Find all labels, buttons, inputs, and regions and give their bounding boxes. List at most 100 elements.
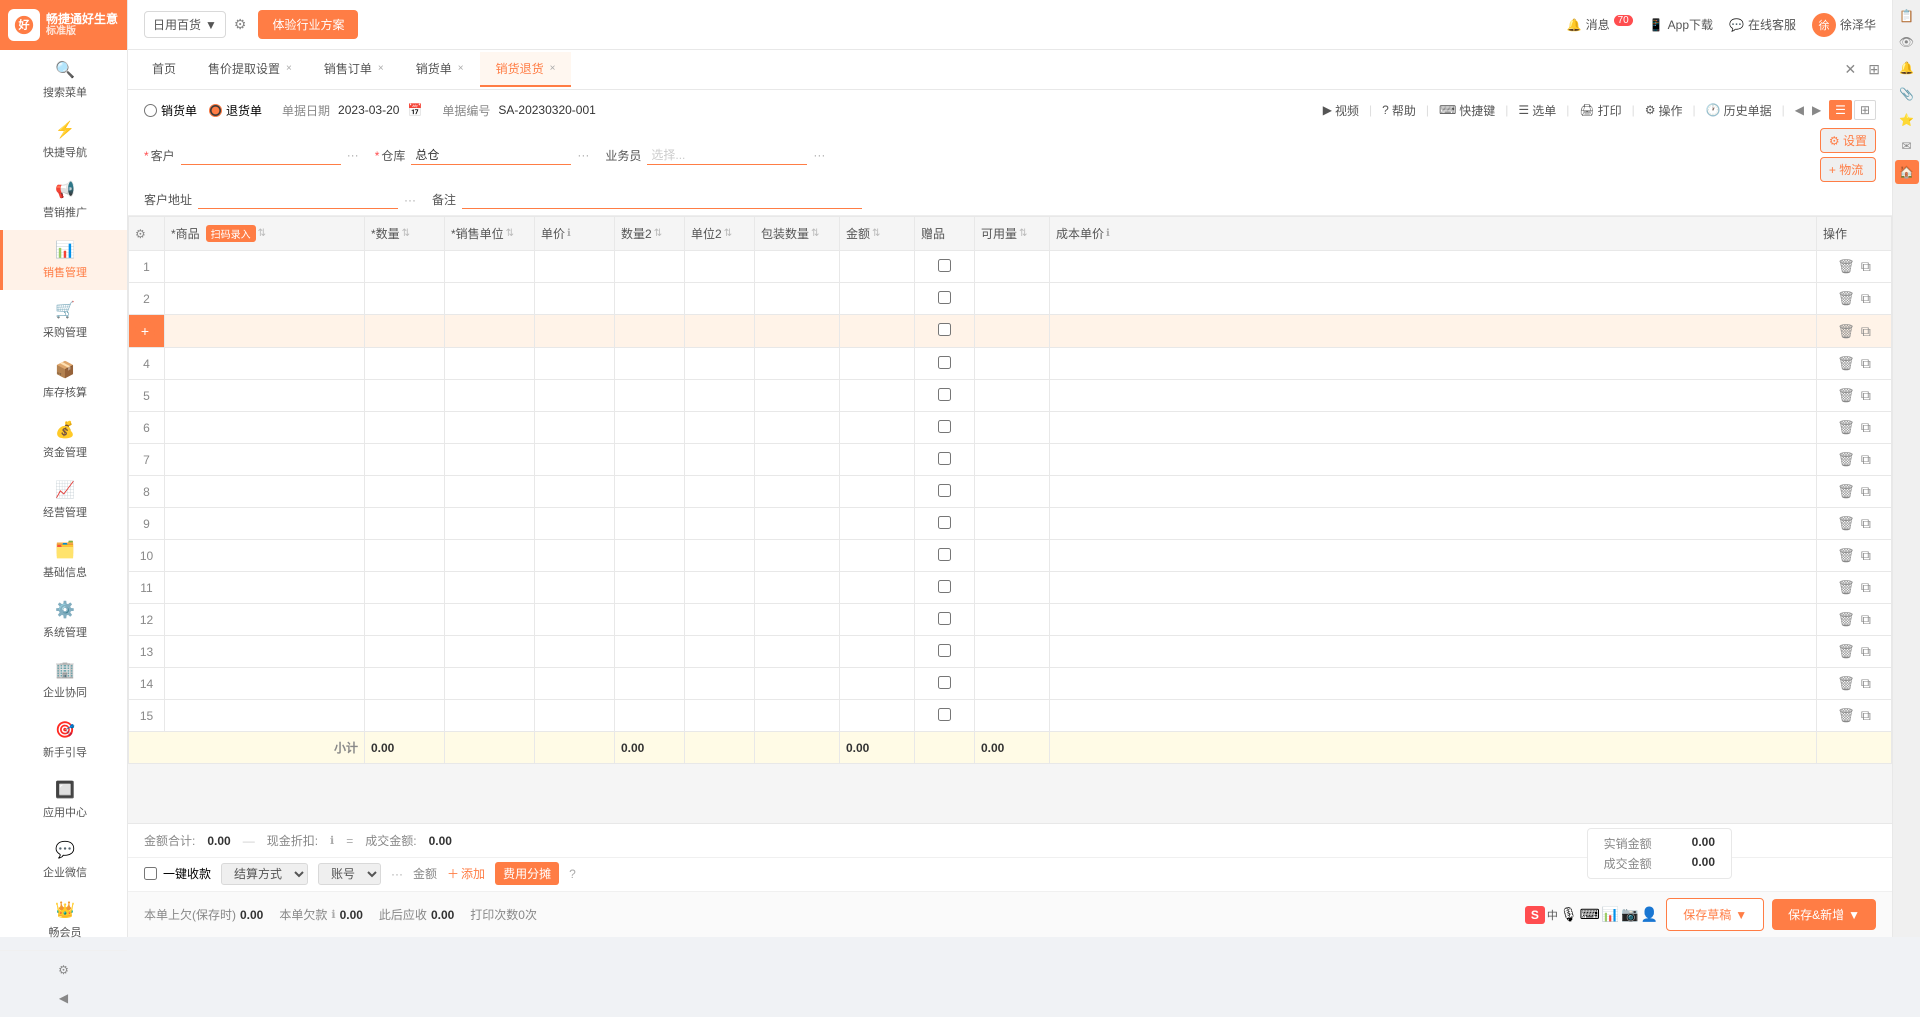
- address-select-btn[interactable]: ···: [404, 193, 416, 207]
- rs-item-6[interactable]: ✉: [1895, 134, 1919, 158]
- pack-qty-sort-icon[interactable]: ⇅: [811, 228, 819, 239]
- price-cell-1[interactable]: [535, 251, 615, 283]
- copy-icon[interactable]: ⧉: [1861, 675, 1871, 692]
- sidebar-item-basic[interactable]: 🗂️ 基础信息: [0, 530, 127, 590]
- copy-icon[interactable]: ⧉: [1861, 387, 1871, 404]
- rs-item-2[interactable]: 👁: [1895, 30, 1919, 54]
- delete-icon[interactable]: 🗑: [1837, 579, 1855, 596]
- print-btn[interactable]: 🖨 打印: [1579, 102, 1621, 119]
- pack-qty-cell-1[interactable]: [755, 251, 840, 283]
- qty-cell-1[interactable]: [365, 251, 445, 283]
- sidebar-item-purchase[interactable]: 🛒 采购管理: [0, 290, 127, 350]
- add-row-btn[interactable]: +: [135, 321, 155, 341]
- copy-row-3-icon[interactable]: ⧉: [1861, 323, 1871, 340]
- rs-item-3[interactable]: 🔔: [1895, 56, 1919, 80]
- copy-icon[interactable]: ⧉: [1861, 515, 1871, 532]
- sidebar-item-finance[interactable]: 💰 资金管理: [0, 410, 127, 470]
- layout-list-btn[interactable]: ⊞: [1854, 100, 1876, 120]
- operation-btn[interactable]: ⚙ 操作: [1645, 102, 1683, 119]
- sidebar-item-system[interactable]: ⚙️ 系统管理: [0, 590, 127, 650]
- sidebar-item-search[interactable]: 🔍 搜索菜单: [0, 50, 127, 110]
- staff-input[interactable]: [647, 146, 807, 165]
- unit2-sort-icon[interactable]: ⇅: [724, 228, 732, 239]
- add-payment-btn[interactable]: ＋ 添加: [447, 865, 485, 882]
- delete-row-1-icon[interactable]: 🗑: [1837, 258, 1855, 275]
- copy-row-1-icon[interactable]: ⧉: [1861, 258, 1871, 275]
- save-new-btn[interactable]: 保存&新增 ▼: [1772, 899, 1876, 930]
- available-sort-icon[interactable]: ⇅: [1019, 228, 1027, 239]
- delete-icon[interactable]: 🗑: [1837, 419, 1855, 436]
- gift-checkbox-2[interactable]: [938, 291, 951, 304]
- save-draft-btn[interactable]: 保存草稿 ▼: [1666, 898, 1764, 931]
- remark-input[interactable]: [462, 190, 862, 209]
- cta-button[interactable]: 体验行业方案: [258, 10, 358, 39]
- qty-cell-2[interactable]: [365, 283, 445, 315]
- scan-input-btn[interactable]: 扫码录入: [206, 225, 256, 242]
- nav-next-icon[interactable]: ▶: [1812, 103, 1821, 117]
- chart-icon[interactable]: 📊: [1602, 906, 1619, 923]
- radio-return[interactable]: [209, 104, 222, 117]
- one-click-pay-label[interactable]: 一键收款: [144, 865, 211, 882]
- category-select[interactable]: 日用百货 ▼: [144, 11, 226, 38]
- unit-cell-1[interactable]: [445, 251, 535, 283]
- available-cell-1[interactable]: [975, 251, 1050, 283]
- delete-icon[interactable]: 🗑: [1837, 643, 1855, 660]
- address-input[interactable]: [198, 190, 398, 209]
- copy-icon[interactable]: ⧉: [1861, 547, 1871, 564]
- cost-cell-3[interactable]: [1050, 315, 1817, 348]
- sidebar-item-enterprise[interactable]: 🏢 企业协同: [0, 650, 127, 710]
- delete-icon[interactable]: 🗑: [1837, 451, 1855, 468]
- unit-cell-3[interactable]: [445, 315, 535, 348]
- notification-bell[interactable]: 🔔 消息 70: [1567, 16, 1633, 33]
- layout-grid-btn[interactable]: ☰: [1829, 100, 1852, 120]
- delete-icon[interactable]: 🗑: [1837, 483, 1855, 500]
- sidebar-item-member[interactable]: 👑 畅会员: [0, 890, 127, 950]
- unit-sort-icon[interactable]: ⇅: [506, 228, 514, 239]
- one-click-pay-checkbox[interactable]: [144, 867, 157, 880]
- qr-icon[interactable]: 📷: [1621, 906, 1638, 923]
- delete-row-3-icon[interactable]: 🗑: [1837, 323, 1855, 340]
- calendar-icon[interactable]: 📅: [407, 103, 422, 117]
- rs-item-5[interactable]: ⭐: [1895, 108, 1919, 132]
- sidebar-item-operations[interactable]: 📈 经营管理: [0, 470, 127, 530]
- settings-action-btn[interactable]: ⚙ 设置: [1820, 128, 1876, 153]
- qty2-cell-1[interactable]: [615, 251, 685, 283]
- logistics-action-btn[interactable]: + 物流: [1820, 157, 1876, 182]
- amount-cell-3[interactable]: [840, 315, 915, 348]
- sidebar-item-wechat[interactable]: 💬 企业微信: [0, 830, 127, 890]
- cost-cell-2[interactable]: [1050, 283, 1817, 315]
- gift-checkbox-3[interactable]: [938, 323, 951, 336]
- product-cell-3[interactable]: [165, 315, 365, 348]
- tab-close-icon[interactable]: ×: [550, 63, 556, 74]
- close-all-tabs-icon[interactable]: ✕: [1841, 59, 1861, 80]
- pack-qty-cell-2[interactable]: [755, 283, 840, 315]
- fee-split-btn[interactable]: 费用分摊: [495, 862, 559, 885]
- history-btn[interactable]: 🕐 历史单据: [1706, 102, 1772, 119]
- rs-item-1[interactable]: 📋: [1895, 4, 1919, 28]
- tab-sale-return[interactable]: 销货退货 ×: [480, 52, 572, 87]
- user-profile[interactable]: 徐 徐泽华: [1812, 13, 1876, 37]
- warehouse-select-btn[interactable]: ···: [577, 148, 589, 162]
- table-gear-icon[interactable]: ⚙: [135, 227, 146, 241]
- unit-cell-2[interactable]: [445, 283, 535, 315]
- app-download[interactable]: 📱 App下载: [1649, 16, 1713, 33]
- amount-cell-1[interactable]: [840, 251, 915, 283]
- nav-prev-icon[interactable]: ◀: [1795, 103, 1804, 117]
- sidebar-item-guide[interactable]: 🎯 新手引导: [0, 710, 127, 770]
- unit2-cell-3[interactable]: [685, 315, 755, 348]
- product-cell-2[interactable]: [165, 283, 365, 315]
- delete-icon[interactable]: 🗑: [1837, 611, 1855, 628]
- product-cell-1[interactable]: [165, 251, 365, 283]
- tab-home[interactable]: 首页: [136, 52, 192, 87]
- delete-icon[interactable]: 🗑: [1837, 547, 1855, 564]
- mic-icon[interactable]: 🎙: [1560, 906, 1578, 923]
- sidebar-collapse[interactable]: ◀: [55, 987, 72, 1009]
- sidebar-item-inventory[interactable]: 📦 库存核算: [0, 350, 127, 410]
- warehouse-input[interactable]: [411, 146, 571, 165]
- qty-sort-icon[interactable]: ⇅: [402, 228, 410, 239]
- settlement-method-select[interactable]: 结算方式: [221, 863, 308, 885]
- video-btn[interactable]: ▶ 视频: [1323, 102, 1359, 119]
- person-icon[interactable]: 👤: [1641, 906, 1658, 923]
- sidebar-item-quick-nav[interactable]: ⚡ 快捷导航: [0, 110, 127, 170]
- price-cell-3[interactable]: [535, 315, 615, 348]
